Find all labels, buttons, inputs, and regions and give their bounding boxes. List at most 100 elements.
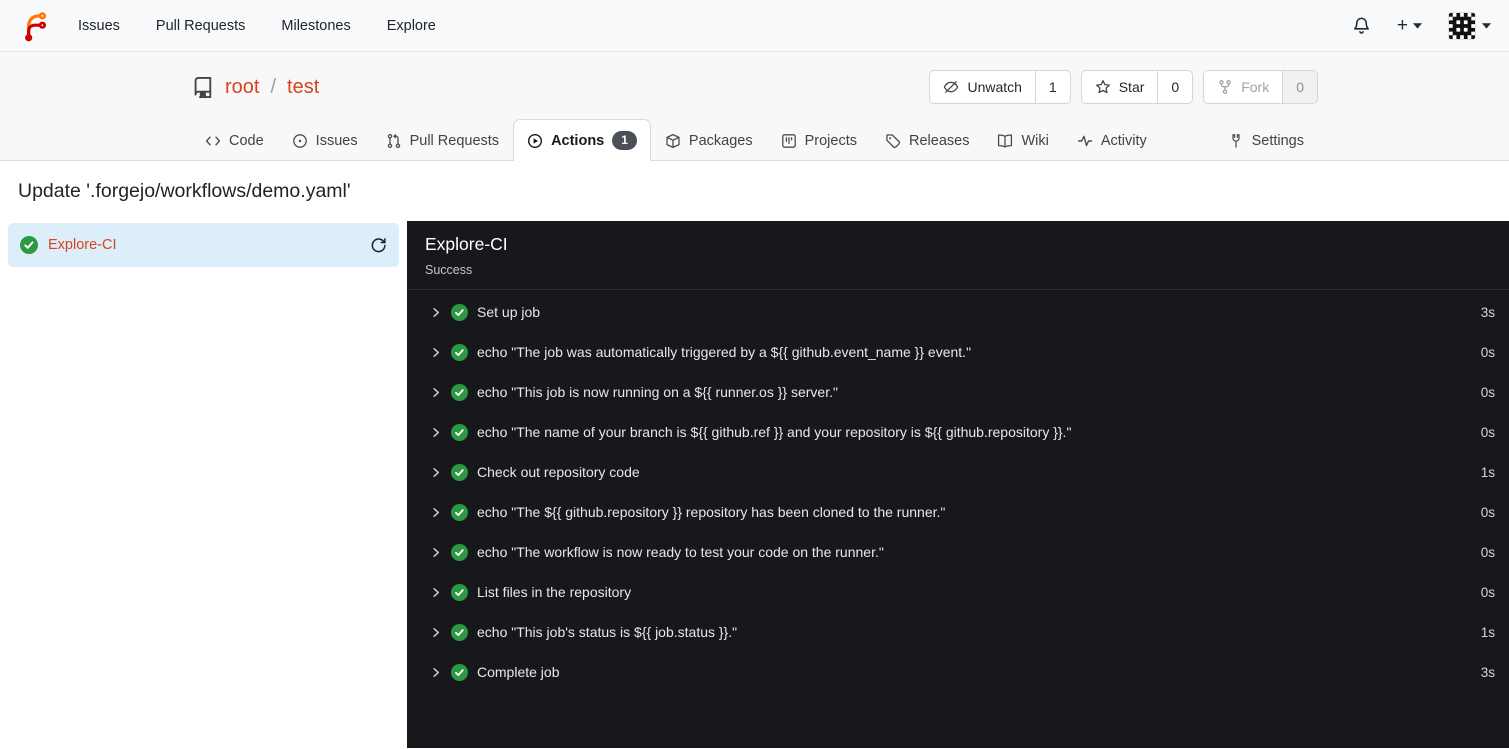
- step-duration: 0s: [1480, 344, 1495, 360]
- chevron-right-icon: [433, 587, 439, 597]
- step-duration: 0s: [1480, 504, 1495, 520]
- chevron-down-icon: [1413, 22, 1422, 29]
- step-name: echo "The job was automatically triggere…: [477, 344, 972, 360]
- user-menu[interactable]: [1448, 11, 1491, 40]
- check-circle-icon: [20, 236, 38, 254]
- tab-activity[interactable]: Activity: [1063, 119, 1161, 161]
- job-item-explore-ci[interactable]: Explore-CI: [8, 223, 399, 267]
- job-steps-list: Set up job 3s echo "The job was automati…: [407, 290, 1509, 692]
- package-icon: [666, 133, 680, 148]
- nav-pull-requests[interactable]: Pull Requests: [156, 18, 245, 34]
- stars-count[interactable]: 0: [1157, 71, 1192, 103]
- check-circle-icon: [451, 623, 468, 641]
- step-name: Complete job: [477, 664, 560, 680]
- run-body: Explore-CI Explore-CI Success Set up job…: [0, 221, 1509, 748]
- create-new-button[interactable]: +: [1397, 16, 1422, 35]
- check-circle-icon: [451, 303, 468, 321]
- repo-separator: /: [270, 75, 277, 98]
- repo-tabbar: Code Issues Pull Requests Actions 1 Pack…: [191, 119, 1318, 161]
- tab-releases[interactable]: Releases: [871, 119, 983, 161]
- check-circle-icon: [451, 423, 468, 441]
- unwatch-label: Unwatch: [967, 79, 1022, 95]
- fork-button[interactable]: Fork 0: [1203, 70, 1318, 104]
- step-row[interactable]: echo "The ${{ github.repository }} repos…: [407, 492, 1509, 532]
- play-circle-icon: [528, 133, 543, 148]
- step-row[interactable]: List files in the repository 0s: [407, 572, 1509, 612]
- chevron-right-icon: [433, 307, 439, 317]
- repo-name-link[interactable]: test: [287, 76, 319, 99]
- step-row[interactable]: echo "The job was automatically triggere…: [407, 332, 1509, 372]
- actions-count-badge: 1: [612, 131, 637, 150]
- step-row[interactable]: echo "This job's status is ${{ job.statu…: [407, 612, 1509, 652]
- step-name: echo "The ${{ github.repository }} repos…: [477, 504, 946, 520]
- step-row[interactable]: Check out repository code 1s: [407, 452, 1509, 492]
- step-duration: 1s: [1480, 464, 1495, 480]
- chevron-right-icon: [433, 667, 439, 677]
- forgejo-logo[interactable]: [18, 10, 50, 42]
- nav-issues[interactable]: Issues: [78, 18, 120, 34]
- tab-settings[interactable]: Settings: [1214, 119, 1318, 161]
- step-name: echo "The name of your branch is ${{ git…: [477, 424, 1072, 440]
- tab-actions[interactable]: Actions 1: [513, 119, 651, 161]
- step-name: List files in the repository: [477, 584, 632, 600]
- check-circle-icon: [451, 503, 468, 521]
- nav-milestones[interactable]: Milestones: [281, 18, 350, 34]
- check-circle-icon: [451, 583, 468, 601]
- watchers-count[interactable]: 1: [1034, 71, 1070, 103]
- tab-wiki[interactable]: Wiki: [983, 119, 1062, 161]
- job-log-header: Explore-CI Success: [407, 221, 1509, 290]
- chevron-right-icon: [433, 627, 439, 637]
- issue-circle-icon: [292, 133, 307, 148]
- forks-count[interactable]: 0: [1282, 71, 1317, 103]
- check-circle-icon: [451, 343, 468, 361]
- step-row[interactable]: Complete job 3s: [407, 652, 1509, 692]
- refresh-icon[interactable]: [370, 237, 387, 254]
- code-icon: [205, 136, 221, 145]
- chevron-right-icon: [433, 427, 439, 437]
- step-name: Check out repository code: [477, 464, 640, 480]
- tab-packages[interactable]: Packages: [651, 119, 767, 161]
- tag-icon: [886, 133, 901, 148]
- notifications-bell-icon[interactable]: [1352, 16, 1371, 35]
- job-status-text: Success: [425, 263, 473, 277]
- fork-icon: [1219, 80, 1231, 94]
- tools-icon: [1231, 133, 1240, 148]
- step-duration: 0s: [1480, 424, 1495, 440]
- step-duration: 3s: [1480, 664, 1495, 680]
- jobs-sidebar: Explore-CI: [0, 221, 407, 748]
- tab-issues[interactable]: Issues: [278, 119, 372, 161]
- job-name: Explore-CI: [48, 237, 117, 253]
- chevron-right-icon: [433, 467, 439, 477]
- project-board-icon: [781, 133, 796, 148]
- step-row[interactable]: echo "The workflow is now ready to test …: [407, 532, 1509, 572]
- chevron-right-icon: [433, 547, 439, 557]
- step-duration: 0s: [1480, 384, 1495, 400]
- tab-projects[interactable]: Projects: [767, 119, 871, 161]
- step-row[interactable]: Set up job 3s: [407, 292, 1509, 332]
- tab-pull-requests[interactable]: Pull Requests: [372, 119, 513, 161]
- step-row[interactable]: echo "This job is now running on a ${{ r…: [407, 372, 1509, 412]
- book-open-icon: [998, 133, 1013, 148]
- tab-code[interactable]: Code: [191, 119, 278, 161]
- step-name: echo "The workflow is now ready to test …: [477, 544, 884, 560]
- chevron-right-icon: [433, 507, 439, 517]
- step-duration: 1s: [1480, 624, 1495, 640]
- step-duration: 0s: [1480, 544, 1495, 560]
- step-name: Set up job: [477, 304, 541, 320]
- check-circle-icon: [451, 383, 468, 401]
- job-log-panel: Explore-CI Success Set up job 3s echo "T…: [407, 221, 1509, 748]
- avatar-identicon: [1448, 11, 1476, 40]
- repo-title: root / test: [191, 75, 319, 100]
- step-duration: 3s: [1480, 304, 1495, 320]
- top-navbar: Issues Pull Requests Milestones Explore …: [0, 0, 1509, 52]
- pulse-icon: [1077, 135, 1093, 146]
- star-label: Star: [1118, 79, 1145, 95]
- unwatch-button[interactable]: Unwatch 1: [929, 70, 1071, 104]
- star-button[interactable]: Star 0: [1080, 70, 1194, 104]
- repo-owner-link[interactable]: root: [225, 76, 259, 99]
- nav-explore[interactable]: Explore: [387, 18, 436, 34]
- star-icon: [1095, 80, 1110, 94]
- workflow-run-title: Update '.forgejo/workflows/demo.yaml': [18, 180, 351, 202]
- pull-request-icon: [387, 133, 400, 148]
- step-row[interactable]: echo "The name of your branch is ${{ git…: [407, 412, 1509, 452]
